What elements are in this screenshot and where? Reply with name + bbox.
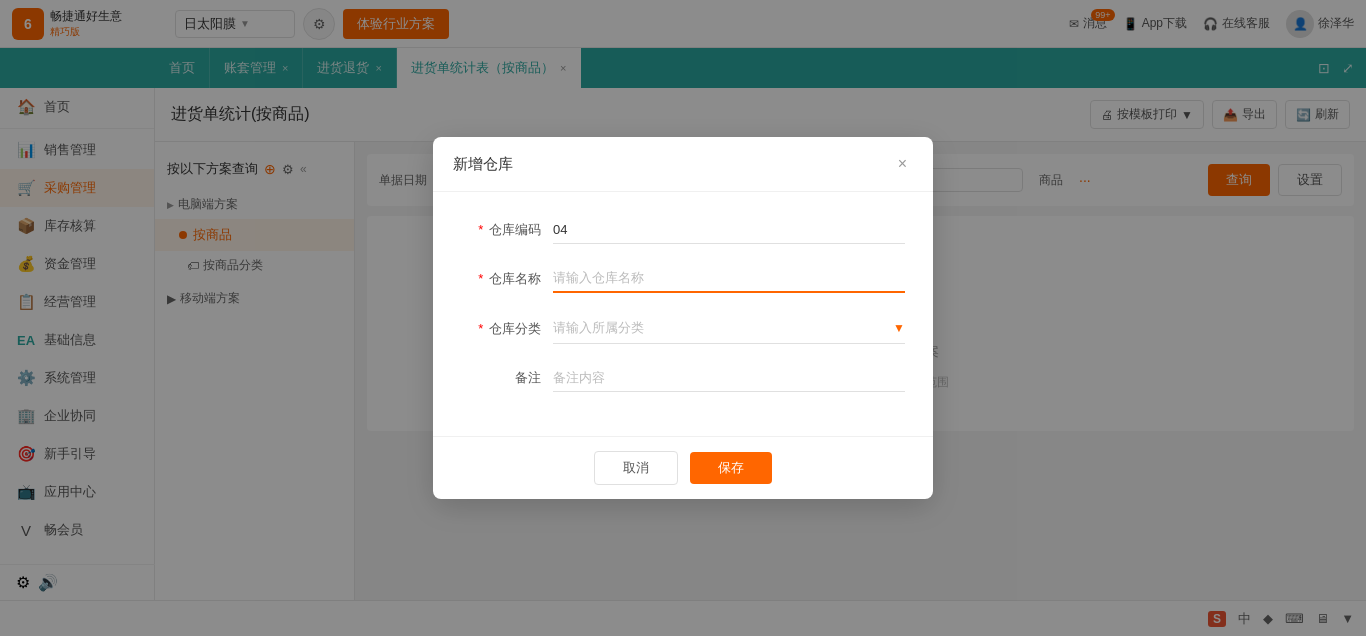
warehouse-name-input[interactable] (553, 264, 905, 293)
form-row-remark: 备注 (461, 364, 905, 392)
modal-header: 新增仓库 × (433, 137, 933, 192)
remark-label-text: 备注 (515, 370, 541, 385)
form-row-category: * 仓库分类 请输入所属分类 ▼ (461, 313, 905, 344)
category-label-text: 仓库分类 (489, 321, 541, 336)
warehouse-category-select[interactable]: 请输入所属分类 ▼ (553, 313, 905, 344)
remark-label: 备注 (461, 369, 541, 387)
modal-overlay: 新增仓库 × * 仓库编码 * 仓库名称 (0, 0, 1366, 636)
code-label-text: 仓库编码 (489, 222, 541, 237)
name-required-mark: * (478, 271, 483, 286)
modal-body: * 仓库编码 * 仓库名称 * 仓库分类 请输入所属 (433, 192, 933, 436)
form-row-name: * 仓库名称 (461, 264, 905, 293)
cancel-button[interactable]: 取消 (594, 451, 678, 485)
name-label: * 仓库名称 (461, 270, 541, 288)
code-required-mark: * (478, 222, 483, 237)
category-label: * 仓库分类 (461, 320, 541, 338)
name-label-text: 仓库名称 (489, 271, 541, 286)
category-placeholder: 请输入所属分类 (553, 319, 644, 337)
save-button[interactable]: 保存 (690, 452, 772, 484)
category-required-mark: * (478, 321, 483, 336)
modal-footer: 取消 保存 (433, 436, 933, 499)
warehouse-code-input[interactable] (553, 216, 905, 244)
add-warehouse-modal: 新增仓库 × * 仓库编码 * 仓库名称 (433, 137, 933, 499)
form-row-code: * 仓库编码 (461, 216, 905, 244)
category-dropdown-arrow: ▼ (893, 321, 905, 335)
code-label: * 仓库编码 (461, 221, 541, 239)
warehouse-remark-input[interactable] (553, 364, 905, 392)
modal-close-button[interactable]: × (892, 153, 913, 175)
modal-title: 新增仓库 (453, 155, 513, 174)
